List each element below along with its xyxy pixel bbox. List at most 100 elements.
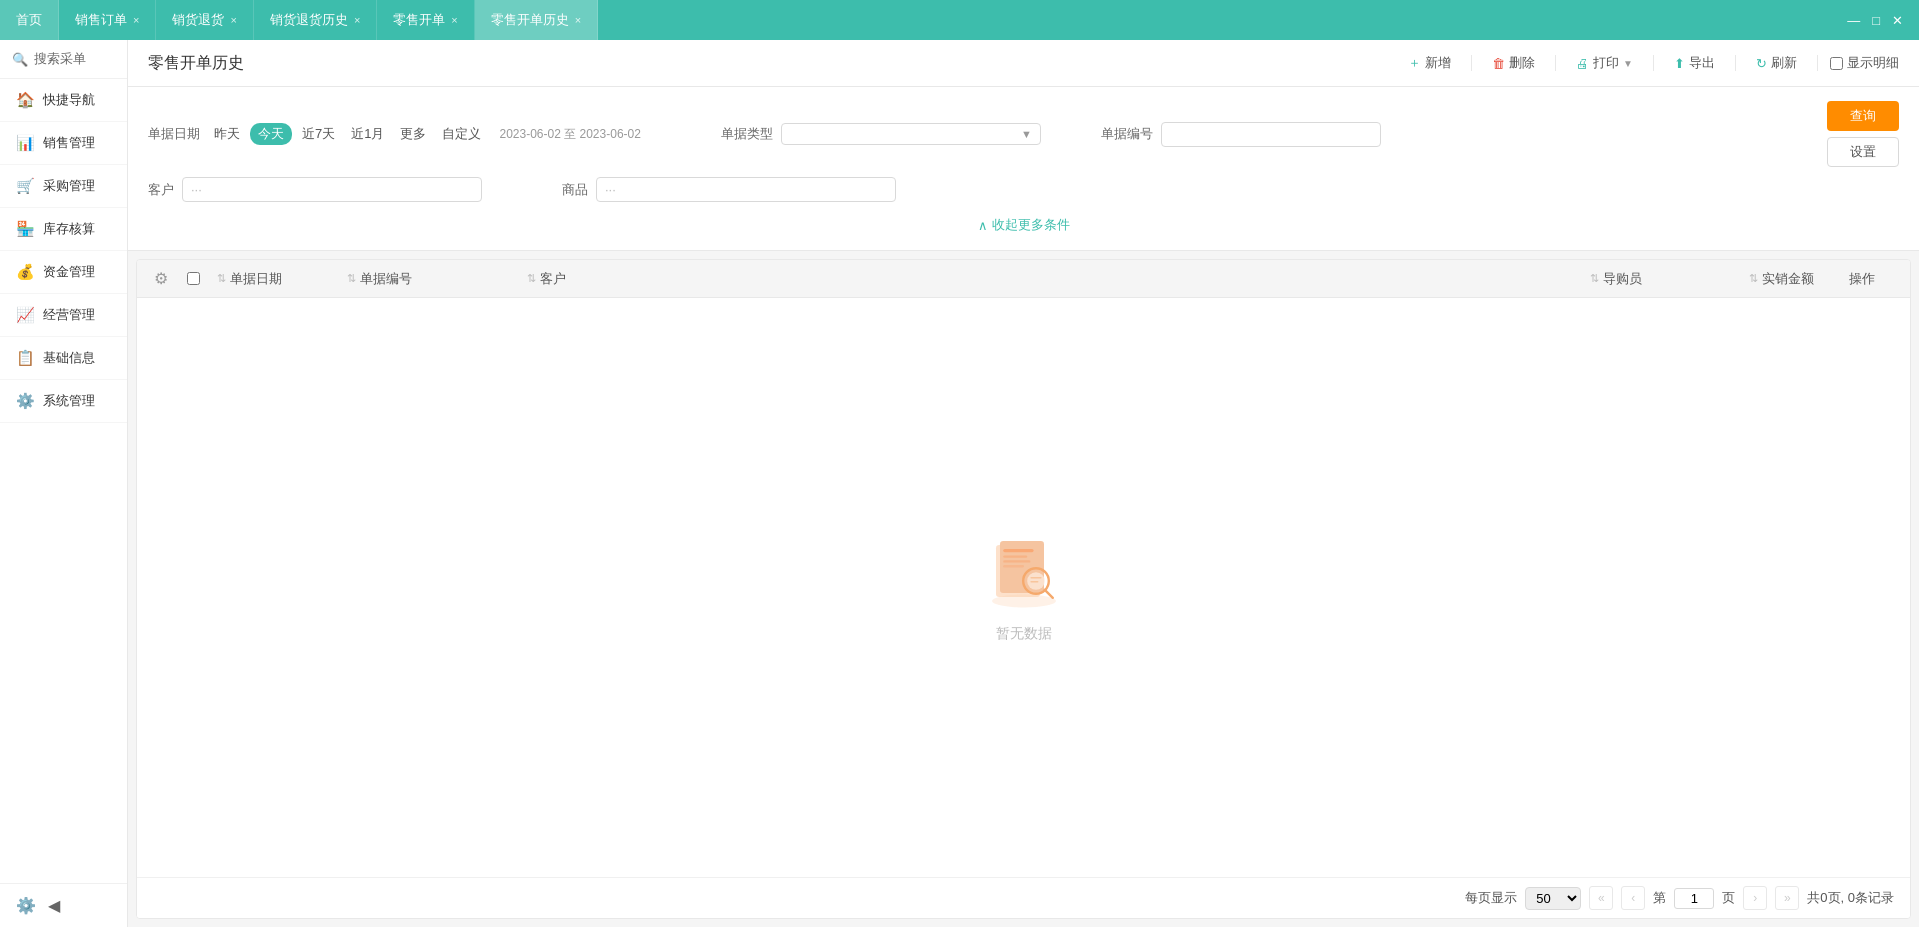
doc-number-input[interactable] — [1161, 122, 1381, 147]
divider-4 — [1735, 55, 1736, 71]
tab-sales-return-history-close[interactable]: × — [354, 14, 360, 26]
tab-sales-return-history[interactable]: 销货退货历史 × — [254, 0, 377, 40]
main-layout: 🔍 搜索采单 🏠 快捷导航 📊 销售管理 🛒 采购管理 🏪 库存核算 💰 资金管… — [0, 40, 1919, 927]
sidebar-item-basic-info[interactable]: 📋 基础信息 — [0, 337, 127, 380]
goods-select[interactable]: ··· — [596, 177, 896, 202]
per-page-select[interactable]: 50 20 100 200 — [1525, 887, 1581, 910]
show-detail-toggle[interactable]: 显示明细 — [1830, 54, 1899, 72]
sidebar-search-label: 搜索采单 — [34, 50, 86, 68]
date-shortcut-custom[interactable]: 自定义 — [436, 123, 487, 145]
svg-rect-3 — [1003, 549, 1033, 552]
tab-retail-open-close[interactable]: × — [451, 14, 457, 26]
sidebar-item-inventory[interactable]: 🏪 库存核算 — [0, 208, 127, 251]
operations-icon: 📈 — [16, 306, 35, 324]
window-controls: — □ ✕ — [1831, 13, 1919, 28]
table-settings-icon[interactable]: ⚙ — [145, 269, 177, 288]
tab-sales-order-label: 销售订单 — [75, 11, 127, 29]
sidebar-item-operations[interactable]: 📈 经营管理 — [0, 294, 127, 337]
sidebar-search[interactable]: 🔍 搜索采单 — [0, 40, 127, 79]
col-header-operation: 操作 — [1822, 270, 1902, 288]
last-page-btn[interactable]: » — [1775, 886, 1799, 910]
sidebar-item-purchase-mgmt-label: 采购管理 — [43, 177, 95, 195]
col-header-customer[interactable]: ⇅ 客户 — [519, 270, 1582, 288]
table-area: ⚙ ⇅ 单据日期 ⇅ 单据编号 ⇅ 客户 ⇅ 导购员 — [136, 259, 1911, 919]
first-page-btn[interactable]: « — [1589, 886, 1613, 910]
purchase-icon: 🛒 — [16, 177, 35, 195]
date-shortcut-more[interactable]: 更多 — [394, 123, 432, 145]
collapse-sidebar-icon[interactable]: ◀ — [48, 896, 60, 915]
search-icon: 🔍 — [12, 52, 28, 67]
show-detail-checkbox[interactable] — [1830, 57, 1843, 70]
sidebar-item-finance[interactable]: 💰 资金管理 — [0, 251, 127, 294]
tab-retail-open-history[interactable]: 零售开单历史 × — [475, 0, 598, 40]
window-minimize[interactable]: — — [1847, 13, 1860, 28]
table-select-all[interactable] — [177, 272, 209, 285]
date-filter-label: 单据日期 — [148, 125, 200, 143]
toolbar: 零售开单历史 ＋ 新增 🗑 删除 🖨 打印 ▼ — [128, 40, 1919, 87]
page-suffix-label: 页 — [1722, 889, 1735, 907]
date-shortcut-today[interactable]: 今天 — [250, 123, 292, 145]
col-number-label: 单据编号 — [360, 270, 412, 288]
query-button[interactable]: 查询 — [1827, 101, 1899, 131]
date-shortcut-1month[interactable]: 近1月 — [345, 123, 390, 145]
svg-rect-5 — [1003, 560, 1030, 562]
delete-button[interactable]: 🗑 删除 — [1484, 50, 1543, 76]
filter-row-2: 客户 ··· 商品 ··· — [148, 177, 1899, 202]
tab-home[interactable]: 首页 — [0, 0, 59, 40]
date-filter-field: 单据日期 昨天 今天 近7天 近1月 更多 自定义 2023-06-02 至 2… — [148, 123, 641, 145]
sidebar-item-system[interactable]: ⚙️ 系统管理 — [0, 380, 127, 423]
inventory-icon: 🏪 — [16, 220, 35, 238]
tab-sales-return-close[interactable]: × — [230, 14, 236, 26]
sidebar-item-purchase-mgmt[interactable]: 🛒 采购管理 — [0, 165, 127, 208]
tab-sales-order-close[interactable]: × — [133, 14, 139, 26]
col-header-amount[interactable]: ⇅ 实销金额 — [1702, 270, 1822, 288]
filter-row-1: 单据日期 昨天 今天 近7天 近1月 更多 自定义 2023-06-02 至 2… — [148, 101, 1899, 167]
add-button[interactable]: ＋ 新增 — [1400, 50, 1459, 76]
date-shortcut-yesterday[interactable]: 昨天 — [208, 123, 246, 145]
add-label: 新增 — [1425, 54, 1451, 72]
sidebar: 🔍 搜索采单 🏠 快捷导航 📊 销售管理 🛒 采购管理 🏪 库存核算 💰 资金管… — [0, 40, 128, 927]
sidebar-item-operations-label: 经营管理 — [43, 306, 95, 324]
export-label: 导出 — [1689, 54, 1715, 72]
sidebar-item-finance-label: 资金管理 — [43, 263, 95, 281]
page-number-input[interactable] — [1674, 888, 1714, 909]
export-button[interactable]: ⬆ 导出 — [1666, 50, 1723, 76]
col-header-date[interactable]: ⇅ 单据日期 — [209, 270, 339, 288]
svg-rect-11 — [1030, 581, 1038, 583]
tab-retail-open-history-close[interactable]: × — [575, 14, 581, 26]
sidebar-item-sales-mgmt[interactable]: 📊 销售管理 — [0, 122, 127, 165]
table-header: ⚙ ⇅ 单据日期 ⇅ 单据编号 ⇅ 客户 ⇅ 导购员 — [137, 260, 1910, 298]
print-icon: 🖨 — [1576, 56, 1589, 71]
customer-select[interactable]: ··· — [182, 177, 482, 202]
refresh-button[interactable]: ↻ 刷新 — [1748, 50, 1805, 76]
per-page-label: 每页显示 — [1465, 889, 1517, 907]
select-all-checkbox[interactable] — [187, 272, 200, 285]
pagination: 每页显示 50 20 100 200 « ‹ 第 页 › » 共0页, 0条记录 — [137, 877, 1910, 918]
col-header-number[interactable]: ⇅ 单据编号 — [339, 270, 519, 288]
collapse-more-btn[interactable]: ∧ 收起更多条件 — [148, 212, 1899, 242]
tab-sales-return[interactable]: 销货退货 × — [156, 0, 253, 40]
delete-icon: 🗑 — [1492, 56, 1505, 71]
print-button[interactable]: 🖨 打印 ▼ — [1568, 50, 1641, 76]
svg-rect-4 — [1003, 555, 1027, 557]
col-op-label: 操作 — [1849, 270, 1875, 288]
svg-rect-6 — [1003, 565, 1024, 567]
date-shortcut-7days[interactable]: 近7天 — [296, 123, 341, 145]
filter-settings-button[interactable]: 设置 — [1827, 137, 1899, 167]
sort-icon-amount: ⇅ — [1749, 272, 1758, 285]
prev-page-btn[interactable]: ‹ — [1621, 886, 1645, 910]
sidebar-bottom: ⚙️ ◀ — [0, 883, 127, 927]
col-header-guide[interactable]: ⇅ 导购员 — [1582, 270, 1702, 288]
sidebar-item-system-label: 系统管理 — [43, 392, 95, 410]
tab-retail-open[interactable]: 零售开单 × — [377, 0, 474, 40]
settings-bottom-icon[interactable]: ⚙️ — [16, 896, 36, 915]
sidebar-item-basic-info-label: 基础信息 — [43, 349, 95, 367]
svg-rect-10 — [1030, 577, 1041, 579]
sidebar-item-quick-nav[interactable]: 🏠 快捷导航 — [0, 79, 127, 122]
tab-sales-order[interactable]: 销售订单 × — [59, 0, 156, 40]
doc-type-select[interactable]: ▼ — [781, 123, 1041, 145]
window-close[interactable]: ✕ — [1892, 13, 1903, 28]
window-maximize[interactable]: □ — [1872, 13, 1880, 28]
next-page-btn[interactable]: › — [1743, 886, 1767, 910]
finance-icon: 💰 — [16, 263, 35, 281]
